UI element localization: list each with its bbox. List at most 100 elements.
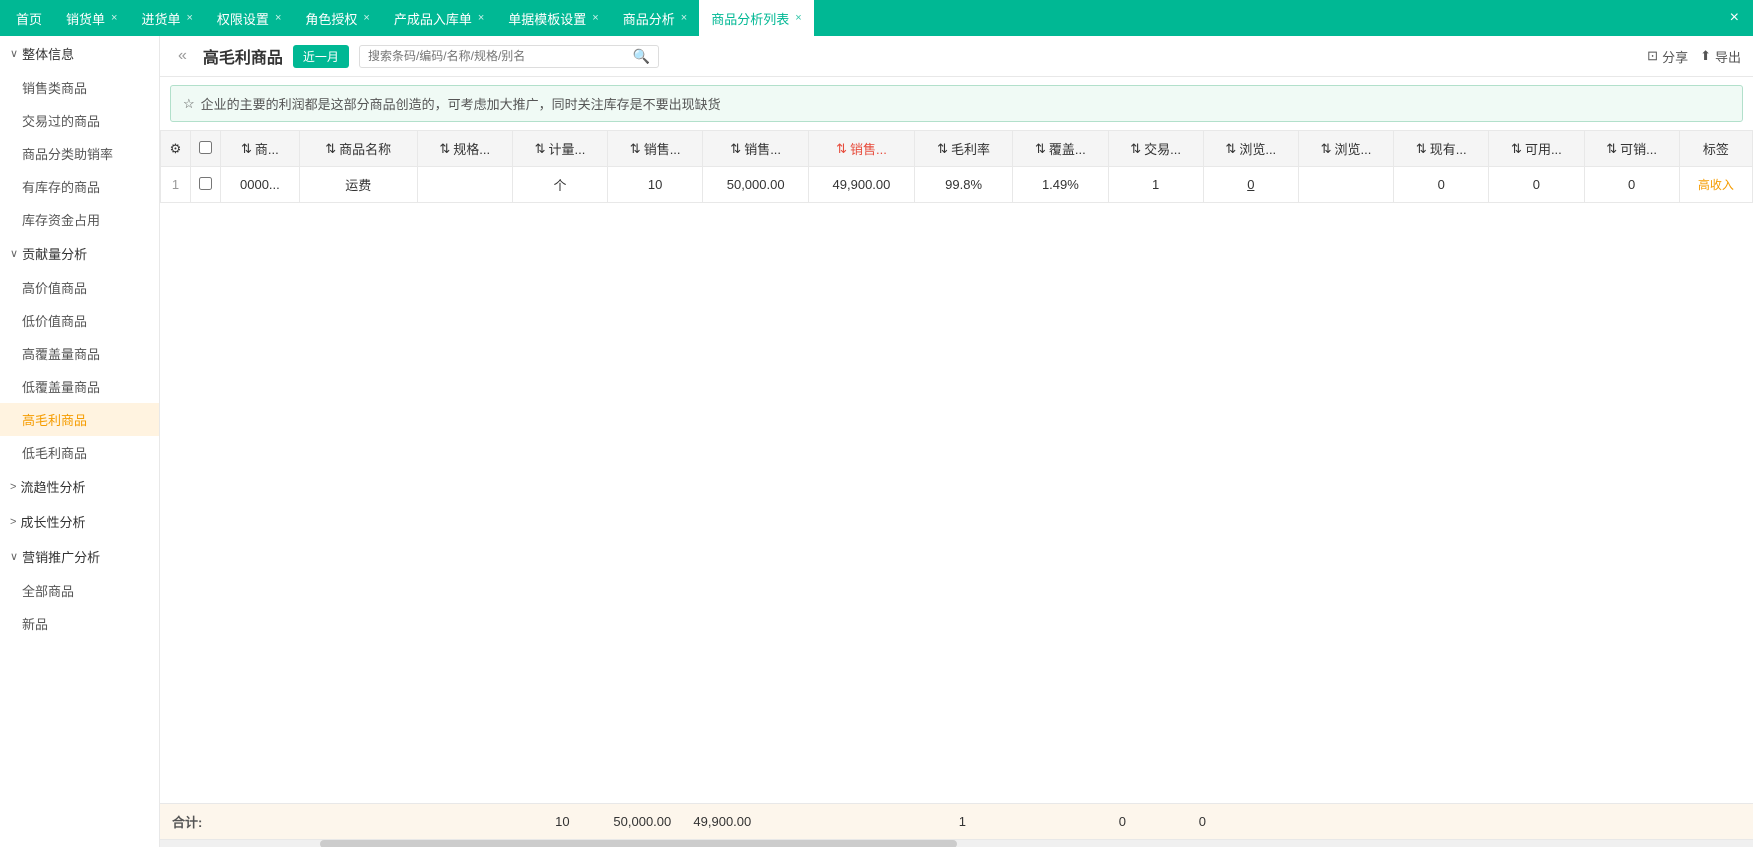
table-row: 1 0000... 运费 个 10 50,000.00 49,900.00 99… (161, 167, 1753, 203)
col-spec[interactable]: ⇅规格... (417, 131, 512, 167)
col-current-stock[interactable]: ⇅现有... (1394, 131, 1489, 167)
col-available[interactable]: ⇅可用... (1489, 131, 1584, 167)
close-icon[interactable]: × (795, 12, 801, 24)
col-saleable[interactable]: ⇅可销... (1584, 131, 1679, 167)
col-name[interactable]: ⇅商品名称 (299, 131, 417, 167)
export-icon: ⬆ (1700, 48, 1711, 64)
col-sales-profit[interactable]: ⇅销售... (809, 131, 915, 167)
content-header: « 高毛利商品 近一月 🔍 ⊡ 分享 ⬆ 导出 (160, 36, 1753, 77)
nav-item-analysis[interactable]: 商品分析 × (611, 0, 699, 36)
sidebar-item-in-stock[interactable]: 有库存的商品 (0, 170, 159, 203)
search-box: 🔍 (359, 45, 659, 68)
sidebar: ∨ 整体信息 销售类商品 交易过的商品 商品分类助销率 有库存的商品 库存资金占… (0, 36, 160, 847)
row-current-stock: 0 (1394, 167, 1489, 203)
footer-available: 0 (1162, 814, 1242, 829)
data-table: ⚙ ⇅商... ⇅商品名称 ⇅规格... ⇅计量... ⇅销售... ⇅销售..… (160, 130, 1753, 203)
horizontal-scrollbar[interactable] (160, 839, 1753, 847)
col-gross-margin[interactable]: ⇅毛利率 (914, 131, 1012, 167)
nav-item-home[interactable]: 首页 (4, 0, 54, 36)
row-gross-margin: 99.8% (914, 167, 1012, 203)
footer-bar: 合计: 10 50,000.00 49,900.00 1 0 0 (160, 803, 1753, 839)
search-icon[interactable]: 🔍 (633, 48, 650, 65)
top-nav: 首页 销货单 × 进货单 × 权限设置 × 角色授权 × 产成品入库单 × 单据… (0, 0, 1753, 36)
nav-item-roles[interactable]: 角色授权 × (293, 0, 381, 36)
close-icon[interactable]: × (275, 12, 281, 24)
close-icon[interactable]: × (478, 12, 484, 24)
row-checkbox[interactable] (191, 167, 221, 203)
nav-item-product-inbound[interactable]: 产成品入库单 × (382, 0, 496, 36)
sidebar-item-low-coverage[interactable]: 低覆盖量商品 (0, 370, 159, 403)
export-button[interactable]: ⬆ 导出 (1700, 47, 1741, 66)
close-icon[interactable]: × (111, 12, 117, 24)
sidebar-item-high-value[interactable]: 高价值商品 (0, 271, 159, 304)
col-tag[interactable]: 标签 (1679, 131, 1752, 167)
collapse-sidebar-button[interactable]: « (172, 45, 193, 67)
col-settings[interactable]: ⚙ (161, 131, 191, 167)
sidebar-item-high-margin[interactable]: 高毛利商品 (0, 403, 159, 436)
footer-values: 10 50,000.00 49,900.00 1 0 0 (242, 814, 1741, 829)
row-sales-qty: 10 (608, 167, 703, 203)
info-icon: ☆ (183, 96, 195, 112)
row-unit: 个 (512, 167, 607, 203)
sidebar-item-stock-capital[interactable]: 库存资金占用 (0, 203, 159, 236)
main-container: ∨ 整体信息 销售类商品 交易过的商品 商品分类助销率 有库存的商品 库存资金占… (0, 36, 1753, 847)
sidebar-group-trend[interactable]: > 流趋性分析 (0, 469, 159, 504)
chevron-right-icon: > (10, 516, 16, 528)
footer-sales-profit: 49,900.00 (682, 814, 762, 829)
col-code[interactable]: ⇅商... (221, 131, 300, 167)
close-icon[interactable]: × (681, 12, 687, 24)
row-available: 0 (1489, 167, 1584, 203)
nav-item-sales[interactable]: 销货单 × (54, 0, 129, 36)
info-text: 企业的主要的利润都是这部分商品创造的，可考虑加大推广，同时关注库存是不要出现缺货 (201, 94, 721, 113)
sidebar-item-sales-goods[interactable]: 销售类商品 (0, 71, 159, 104)
nav-item-analysis-list[interactable]: 商品分析列表 × (699, 0, 813, 36)
row-transaction: 1 (1108, 167, 1203, 203)
close-icon[interactable]: × (186, 12, 192, 24)
select-all-checkbox[interactable] (199, 141, 212, 154)
col-browse1[interactable]: ⇅浏览... (1203, 131, 1298, 167)
col-unit[interactable]: ⇅计量... (512, 131, 607, 167)
sidebar-item-category-rate[interactable]: 商品分类助销率 (0, 137, 159, 170)
nav-item-permissions[interactable]: 权限设置 × (205, 0, 293, 36)
footer-sales-amount: 50,000.00 (602, 814, 682, 829)
sidebar-group-growth[interactable]: > 成长性分析 (0, 504, 159, 539)
footer-sales-qty: 10 (522, 814, 602, 829)
sidebar-item-new-products[interactable]: 新品 (0, 607, 159, 640)
row-spec (417, 167, 512, 203)
row-code: 0000... (221, 167, 300, 203)
sidebar-item-traded-goods[interactable]: 交易过的商品 (0, 104, 159, 137)
close-icon[interactable]: × (363, 12, 369, 24)
close-icon[interactable]: × (592, 12, 598, 24)
sidebar-group-contribution[interactable]: ∨ 贡献量分析 (0, 236, 159, 271)
row-sales-profit: 49,900.00 (809, 167, 915, 203)
row-browse1[interactable]: 0 (1203, 167, 1298, 203)
col-sales-qty[interactable]: ⇅销售... (608, 131, 703, 167)
share-icon: ⊡ (1647, 48, 1658, 64)
table-container: ⚙ ⇅商... ⇅商品名称 ⇅规格... ⇅计量... ⇅销售... ⇅销售..… (160, 130, 1753, 803)
window-close-button[interactable]: × (1720, 9, 1749, 27)
sidebar-group-overall[interactable]: ∨ 整体信息 (0, 36, 159, 71)
row-name: 运费 (299, 167, 417, 203)
nav-item-template[interactable]: 单据模板设置 × (496, 0, 610, 36)
col-browse2[interactable]: ⇅浏览... (1298, 131, 1393, 167)
sidebar-group-marketing[interactable]: ∨ 营销推广分析 (0, 539, 159, 574)
row-browse2 (1298, 167, 1393, 203)
row-num: 1 (161, 167, 191, 203)
sidebar-item-all-goods[interactable]: 全部商品 (0, 574, 159, 607)
col-transaction[interactable]: ⇅交易... (1108, 131, 1203, 167)
header-actions: ⊡ 分享 ⬆ 导出 (1647, 47, 1741, 66)
sidebar-item-low-value[interactable]: 低价值商品 (0, 304, 159, 337)
scrollbar-thumb[interactable] (320, 840, 957, 847)
info-bar: ☆ 企业的主要的利润都是这部分商品创造的，可考虑加大推广，同时关注库存是不要出现… (170, 85, 1743, 122)
nav-item-purchase[interactable]: 进货单 × (129, 0, 204, 36)
sidebar-item-low-margin[interactable]: 低毛利商品 (0, 436, 159, 469)
chevron-down-icon: ∨ (10, 247, 18, 260)
share-button[interactable]: ⊡ 分享 (1647, 47, 1688, 66)
search-input[interactable] (368, 49, 633, 63)
time-filter-button[interactable]: 近一月 (293, 45, 349, 68)
col-checkbox[interactable] (191, 131, 221, 167)
footer-current-stock: 0 (1082, 814, 1162, 829)
col-coverage[interactable]: ⇅覆盖... (1013, 131, 1108, 167)
sidebar-item-high-coverage[interactable]: 高覆盖量商品 (0, 337, 159, 370)
col-sales-amount[interactable]: ⇅销售... (703, 131, 809, 167)
